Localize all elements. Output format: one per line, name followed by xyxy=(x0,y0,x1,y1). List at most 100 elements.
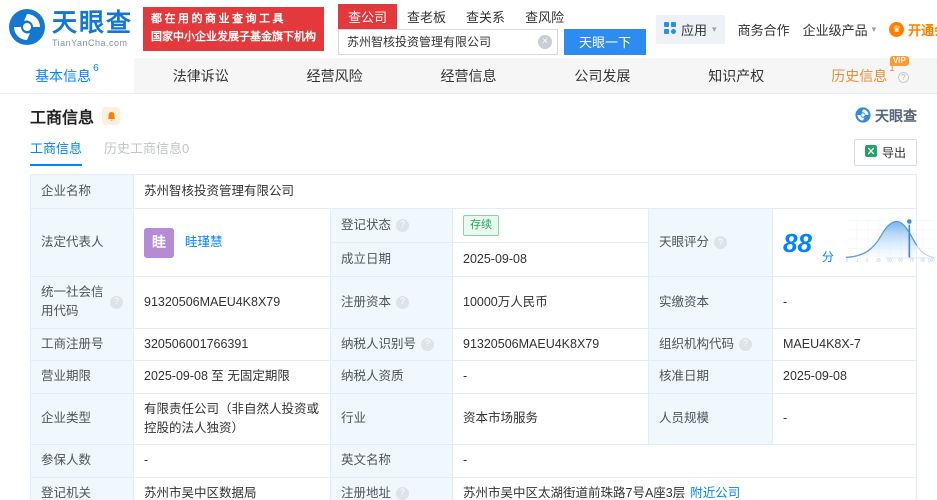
svg-text:1: 1 xyxy=(856,258,859,262)
help-icon[interactable]: ? xyxy=(396,218,410,232)
apps-label: 应用 xyxy=(681,22,708,38)
enterprise-product-menu[interactable]: 企业级产品 ▾ xyxy=(803,20,877,39)
search-tab-company[interactable]: 查公司 xyxy=(338,3,398,29)
chevron-down-icon: ▾ xyxy=(871,23,877,34)
apps-menu[interactable]: 应用 ▾ xyxy=(656,14,725,44)
tab-label: 知识产权 xyxy=(708,67,765,84)
english-name-value: - xyxy=(463,453,468,468)
company-type-label: 企业类型 xyxy=(31,393,134,445)
tab-basic-info[interactable]: 基本信息 6 xyxy=(0,58,134,93)
taxpayer-quality-value: - xyxy=(453,361,649,393)
reg-address-cell: 苏州市吴中区太湖街道前珠路7号A座3层 附近公司 xyxy=(453,478,916,500)
help-icon[interactable]: ? xyxy=(897,72,909,83)
taxpayer-quality-label: 纳税人资质 xyxy=(331,361,453,393)
tianyancha-logo-icon xyxy=(855,106,871,126)
tab-operation-risk[interactable]: 经营风险 xyxy=(268,58,402,93)
org-code-label: 组织机构代码 ? xyxy=(649,328,773,361)
score-distribution-chart: 0 1 5 25 50 65 75 95 100 xyxy=(844,216,936,268)
reg-address-label: 注册地址 ? xyxy=(331,477,453,500)
business-info-table: 企业名称 苏州智核投资管理有限公司 法定代表人 眭 眭瑾慧 登记状态 ? 存续 … xyxy=(30,174,935,500)
search-tabs: 查公司 查老板 查关系 查风险 xyxy=(338,3,646,29)
search-tab-risk[interactable]: 查风险 xyxy=(515,4,574,29)
company-type-value: 有限责任公司（非自然人投资或控股的法人独资） xyxy=(134,393,331,445)
export-label: 导出 xyxy=(881,145,906,160)
reg-capital-value: 10000万人民币 xyxy=(453,277,649,328)
paid-capital-label: 实缴资本 xyxy=(649,277,773,328)
top-menu: 应用 ▾ 商务合作 企业级产品 ▾ ♛ 开通会员 ▾ 费米 ▾ xyxy=(656,14,937,44)
promo-banner: 都在用的商业查询工具 国家中小企业发展子基金旗下机构 xyxy=(143,7,325,51)
tianyancha-logo[interactable]: 天眼查 TianYanCha.com xyxy=(8,8,133,51)
business-cooperation-link[interactable]: 商务合作 xyxy=(738,20,790,39)
vip-badge: VIP xyxy=(889,55,909,66)
tab-operation-info[interactable]: 经营信息 xyxy=(402,58,536,93)
reg-authority-value: 苏州市吴中区数据局 xyxy=(134,477,331,500)
legal-rep-label: 法定代表人 xyxy=(31,209,134,276)
reg-capital-label: 注册资本 ? xyxy=(331,277,453,328)
reg-authority-label: 登记机关 xyxy=(31,477,134,500)
clear-icon[interactable]: × xyxy=(538,34,553,49)
table-row: 营业期限 2025-09-08 至 无固定期限 纳税人资质 - 核准日期 202… xyxy=(31,361,916,394)
svg-text:65: 65 xyxy=(898,258,903,262)
score-value: 88 xyxy=(783,227,812,258)
svg-text:5: 5 xyxy=(866,258,869,262)
banner-line1: 都在用的商业查询工具 xyxy=(151,13,287,26)
credit-code-label: 统一社会信用代码 ? xyxy=(31,277,134,328)
enterprise-product-label: 企业级产品 xyxy=(802,22,868,38)
subscribe-bell-icon[interactable] xyxy=(102,107,121,125)
tab-legal-litigation[interactable]: 法律诉讼 xyxy=(134,58,268,93)
help-icon[interactable]: ? xyxy=(110,295,123,309)
subtab-history-business-info[interactable]: 历史工商信息0 xyxy=(104,138,189,166)
subtab-business-info[interactable]: 工商信息 xyxy=(30,138,83,166)
legal-rep-link[interactable]: 眭瑾慧 xyxy=(185,233,223,252)
tab-intellectual-property[interactable]: 知识产权 xyxy=(669,58,803,93)
score-label: 天眼评分 ? xyxy=(649,209,773,276)
search-tab-relation[interactable]: 查关系 xyxy=(456,4,515,29)
reg-number-label: 工商注册号 xyxy=(31,328,134,361)
help-icon[interactable]: ? xyxy=(714,236,728,249)
search-button[interactable]: 天眼一下 xyxy=(564,28,647,55)
score-unit: 分 xyxy=(821,250,834,265)
insured-count-value: - xyxy=(134,445,331,477)
tab-company-development[interactable]: 公司发展 xyxy=(535,58,669,93)
search-tab-boss[interactable]: 查老板 xyxy=(397,4,456,29)
tab-history-info[interactable]: 历史信息 1 VIP ? xyxy=(803,55,937,93)
apps-grid-icon xyxy=(664,21,677,37)
table-row: 登记机关 苏州市吴中区数据局 注册地址 ? 苏州市吴中区太湖街道前珠路7号A座3… xyxy=(31,477,916,500)
chevron-down-icon: ▾ xyxy=(712,23,717,34)
table-row: 企业类型 有限责任公司（非自然人投资或控股的法人独资） 行业 资本市场服务 人员… xyxy=(31,393,916,446)
avatar[interactable]: 眭 xyxy=(144,227,174,258)
search-block: 查公司 查老板 查关系 查风险 × 天眼一下 xyxy=(338,3,647,55)
help-icon[interactable]: ? xyxy=(421,337,435,351)
approval-date-label: 核准日期 xyxy=(649,361,773,393)
help-icon[interactable]: ? xyxy=(739,337,753,351)
svg-text:0: 0 xyxy=(846,258,849,262)
crown-icon: ♛ xyxy=(889,21,905,37)
svg-text:25: 25 xyxy=(876,258,881,262)
table-row: 参保人数 - 英文名称 - xyxy=(31,445,916,478)
tab-label: 公司发展 xyxy=(574,67,631,84)
export-button[interactable]: 导出 xyxy=(853,138,917,166)
score-cell[interactable]: 88 分 0 1 5 25 50 65 75 95 100 xyxy=(773,209,937,276)
industry-label: 行业 xyxy=(331,393,453,445)
company-name-value: 苏州智核投资管理有限公司 xyxy=(144,183,295,198)
taxpayer-id-value: 91320506MAEU4K8X79 xyxy=(453,328,649,361)
establish-date-label: 成立日期 xyxy=(331,242,453,276)
table-row: 法定代表人 眭 眭瑾慧 登记状态 ? 存续 成立日期 2025-09-08 天眼… xyxy=(31,209,935,277)
insured-count-label: 参保人数 xyxy=(31,445,134,477)
table-row: 工商注册号 320506001766391 纳税人识别号 ? 91320506M… xyxy=(31,328,916,362)
help-icon[interactable]: ? xyxy=(396,295,410,309)
company-name-label: 企业名称 xyxy=(31,175,134,208)
industry-value: 资本市场服务 xyxy=(453,393,649,445)
tianyancha-logo-icon xyxy=(8,8,46,51)
search-input[interactable] xyxy=(338,28,559,55)
open-vip-menu[interactable]: ♛ 开通会员 ▾ xyxy=(889,20,937,39)
help-icon[interactable]: ? xyxy=(396,486,410,500)
tab-label: 经营信息 xyxy=(440,67,497,84)
credit-code-value: 91320506MAEU4K8X79 xyxy=(134,277,331,328)
reg-address-value: 苏州市吴中区太湖街道前珠路7号A座3层 xyxy=(463,485,686,500)
nearby-companies-link[interactable]: 附近公司 xyxy=(690,484,740,500)
status-badge: 存续 xyxy=(463,215,499,236)
table-row: 统一社会信用代码 ? 91320506MAEU4K8X79 注册资本 ? 100… xyxy=(31,277,916,329)
svg-text:100: 100 xyxy=(928,258,936,262)
reg-status-cell: 存续 xyxy=(453,209,649,243)
